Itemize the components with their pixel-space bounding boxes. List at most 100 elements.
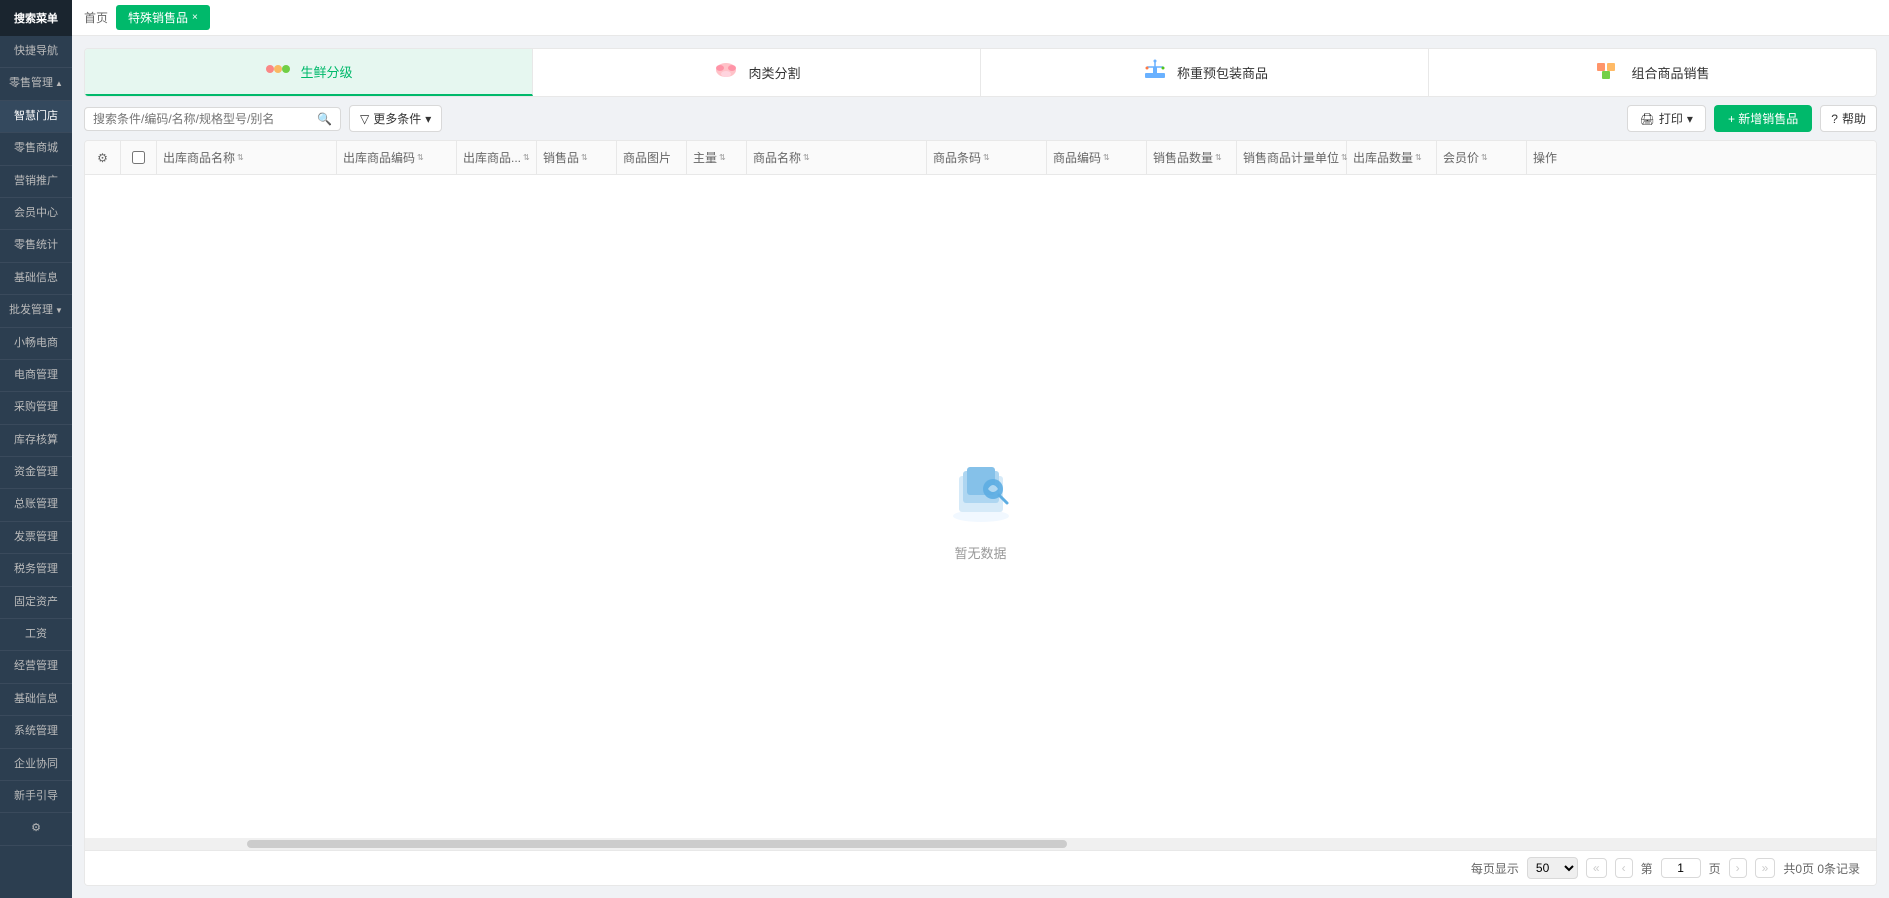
print-arrow-icon: ▾ [1687, 112, 1693, 126]
sidebar-item-basic-info[interactable]: 基础信息 [0, 263, 72, 295]
filter-arrow-icon: ▾ [425, 112, 431, 126]
print-label: 打印 [1659, 110, 1683, 127]
select-all-checkbox[interactable] [132, 151, 145, 164]
active-tab[interactable]: 特殊销售品 × [116, 5, 210, 30]
th-actions: 操作 [1527, 141, 1876, 174]
th-sale-qty-sort[interactable]: ⇅ [1215, 153, 1222, 162]
sidebar-item-invoice-mgmt[interactable]: 发票管理 [0, 522, 72, 554]
help-icon: ? [1831, 112, 1838, 126]
sidebar-item-capital-mgmt[interactable]: 资金管理 [0, 457, 72, 489]
sidebar-item-enterprise-coop[interactable]: 企业协同 [0, 749, 72, 781]
sidebar-logo: 搜索菜单 [0, 0, 72, 36]
toolbar: 🔍 ▽ 更多条件 ▾ 🖨 打印 ▾ + 新增销售品 ? [84, 105, 1877, 132]
th-img: 商品图片 [617, 141, 687, 174]
filter-button[interactable]: ▽ 更多条件 ▾ [349, 105, 442, 132]
page-content: 生鲜分级 肉类分割 [72, 36, 1889, 898]
page-input[interactable] [1661, 858, 1701, 878]
th-checkbox[interactable] [121, 141, 157, 174]
help-button[interactable]: ? 帮助 [1820, 105, 1877, 132]
th-prod-code: 商品编码 ⇅ [1047, 141, 1147, 174]
fresh-grade-icon [264, 59, 292, 84]
sidebar-item-basic-info2[interactable]: 基础信息 [0, 684, 72, 716]
active-tab-label: 特殊销售品 [128, 9, 188, 26]
sidebar-item-quick-nav[interactable]: 快捷导航 [0, 36, 72, 68]
th-prod-name-sort[interactable]: ⇅ [803, 153, 810, 162]
th-member-price-sort[interactable]: ⇅ [1481, 153, 1488, 162]
meat-split-icon [712, 60, 740, 85]
sidebar-item-tax-mgmt[interactable]: 税务管理 [0, 554, 72, 586]
sidebar-item-wages[interactable]: 工资 [0, 619, 72, 651]
weigh-prepack-icon [1141, 59, 1169, 86]
toolbar-left: 🔍 ▽ 更多条件 ▾ [84, 105, 442, 132]
sidebar-item-ecom-mgmt[interactable]: 电商管理 [0, 360, 72, 392]
sidebar-item-settings[interactable]: ⚙ [0, 813, 72, 845]
sidebar-item-general-ledger[interactable]: 总账管理 [0, 489, 72, 521]
tab-weigh-prepack-label: 称重预包装商品 [1177, 63, 1268, 82]
sidebar-item-retail-mgmt[interactable]: 零售管理 ▲ [0, 68, 72, 100]
sidebar-item-ops-mgmt[interactable]: 经营管理 [0, 651, 72, 683]
th-out-code-sort[interactable]: ⇅ [417, 153, 424, 162]
th-sale-item-sort[interactable]: ⇅ [581, 153, 588, 162]
help-label: 帮助 [1842, 110, 1866, 127]
print-icon: 🖨 [1640, 112, 1655, 126]
th-gear[interactable]: ⚙ [85, 141, 121, 174]
sidebar-item-system-mgmt[interactable]: 系统管理 [0, 716, 72, 748]
first-page-button[interactable]: « [1586, 858, 1607, 878]
sidebar-item-retail-mall[interactable]: 零售商城 [0, 133, 72, 165]
th-out-name-sort[interactable]: ⇅ [237, 153, 244, 162]
new-product-button[interactable]: + 新增销售品 [1714, 105, 1812, 132]
sidebar-item-inventory-check[interactable]: 库存核算 [0, 425, 72, 457]
th-out-code: 出库商品编码 ⇅ [337, 141, 457, 174]
search-icon[interactable]: 🔍 [317, 112, 332, 126]
sidebar-item-smart-store[interactable]: 智慧门店 [0, 101, 72, 133]
horizontal-scrollbar[interactable] [85, 838, 1876, 850]
print-button[interactable]: 🖨 打印 ▾ [1627, 105, 1706, 132]
combo-sale-icon [1595, 59, 1623, 86]
th-barcode: 商品条码 ⇅ [927, 141, 1047, 174]
table-body: 暂无数据 [85, 175, 1876, 838]
tab-fresh-grade[interactable]: 生鲜分级 [85, 49, 533, 96]
sidebar-item-purchase-mgmt[interactable]: 采购管理 [0, 392, 72, 424]
th-out-qty-sort[interactable]: ⇅ [1415, 153, 1422, 162]
tab-combo-sale-label: 组合商品销售 [1631, 63, 1709, 82]
sidebar-item-new-guide[interactable]: 新手引导 [0, 781, 72, 813]
th-out-short-sort[interactable]: ⇅ [523, 153, 530, 162]
sidebar-item-marketing[interactable]: 营销推广 [0, 166, 72, 198]
sidebar-item-fixed-assets[interactable]: 固定资产 [0, 587, 72, 619]
tab-weigh-prepack[interactable]: 称重预包装商品 [981, 49, 1429, 96]
th-prod-name: 商品名称 ⇅ [747, 141, 927, 174]
th-prod-code-sort[interactable]: ⇅ [1103, 153, 1110, 162]
next-page-button[interactable]: › [1729, 858, 1747, 878]
th-weight: 主量 ⇅ [687, 141, 747, 174]
prev-page-button[interactable]: ‹ [1615, 858, 1633, 878]
total-label: 共0页 0条记录 [1783, 860, 1860, 877]
tab-close-icon[interactable]: × [192, 12, 198, 23]
per-page-select[interactable]: 50 10 20 100 [1527, 857, 1578, 879]
th-member-price: 会员价 ⇅ [1437, 141, 1527, 174]
tab-meat-split-label: 肉类分割 [748, 63, 800, 82]
main-content: 首页 特殊销售品 × 生鲜分级 [72, 0, 1889, 898]
table-header: ⚙ 出库商品名称 ⇅ 出库商品编码 ⇅ 出库商品... ⇅ 销售品 ⇅ [85, 141, 1876, 175]
sidebar-item-mini-ecom[interactable]: 小畅电商 [0, 328, 72, 360]
sidebar-item-retail-stats[interactable]: 零售统计 [0, 230, 72, 262]
breadcrumb-home[interactable]: 首页 [84, 9, 108, 26]
tab-meat-split[interactable]: 肉类分割 [533, 49, 981, 96]
th-barcode-sort[interactable]: ⇅ [983, 153, 990, 162]
tab-fresh-grade-label: 生鲜分级 [300, 62, 352, 81]
th-out-short: 出库商品... ⇅ [457, 141, 537, 174]
sidebar-item-member-center[interactable]: 会员中心 [0, 198, 72, 230]
scrollbar-thumb[interactable] [247, 840, 1067, 848]
new-product-label: + 新增销售品 [1728, 110, 1798, 127]
retail-mgmt-arrow: ▲ [55, 78, 63, 89]
th-out-qty: 出库品数量 ⇅ [1347, 141, 1437, 174]
filter-label: 更多条件 [373, 110, 421, 127]
sidebar-item-wholesale-mgmt[interactable]: 批发管理 ▼ [0, 295, 72, 327]
last-page-button[interactable]: » [1755, 858, 1776, 878]
th-weight-sort[interactable]: ⇅ [719, 153, 726, 162]
topbar: 首页 特殊销售品 × [72, 0, 1889, 36]
th-out-name: 出库商品名称 ⇅ [157, 141, 337, 174]
per-page-label: 每页显示 [1471, 860, 1519, 877]
search-input[interactable] [93, 112, 313, 126]
tab-combo-sale[interactable]: 组合商品销售 [1429, 49, 1876, 96]
page-suffix: 页 [1709, 860, 1721, 877]
